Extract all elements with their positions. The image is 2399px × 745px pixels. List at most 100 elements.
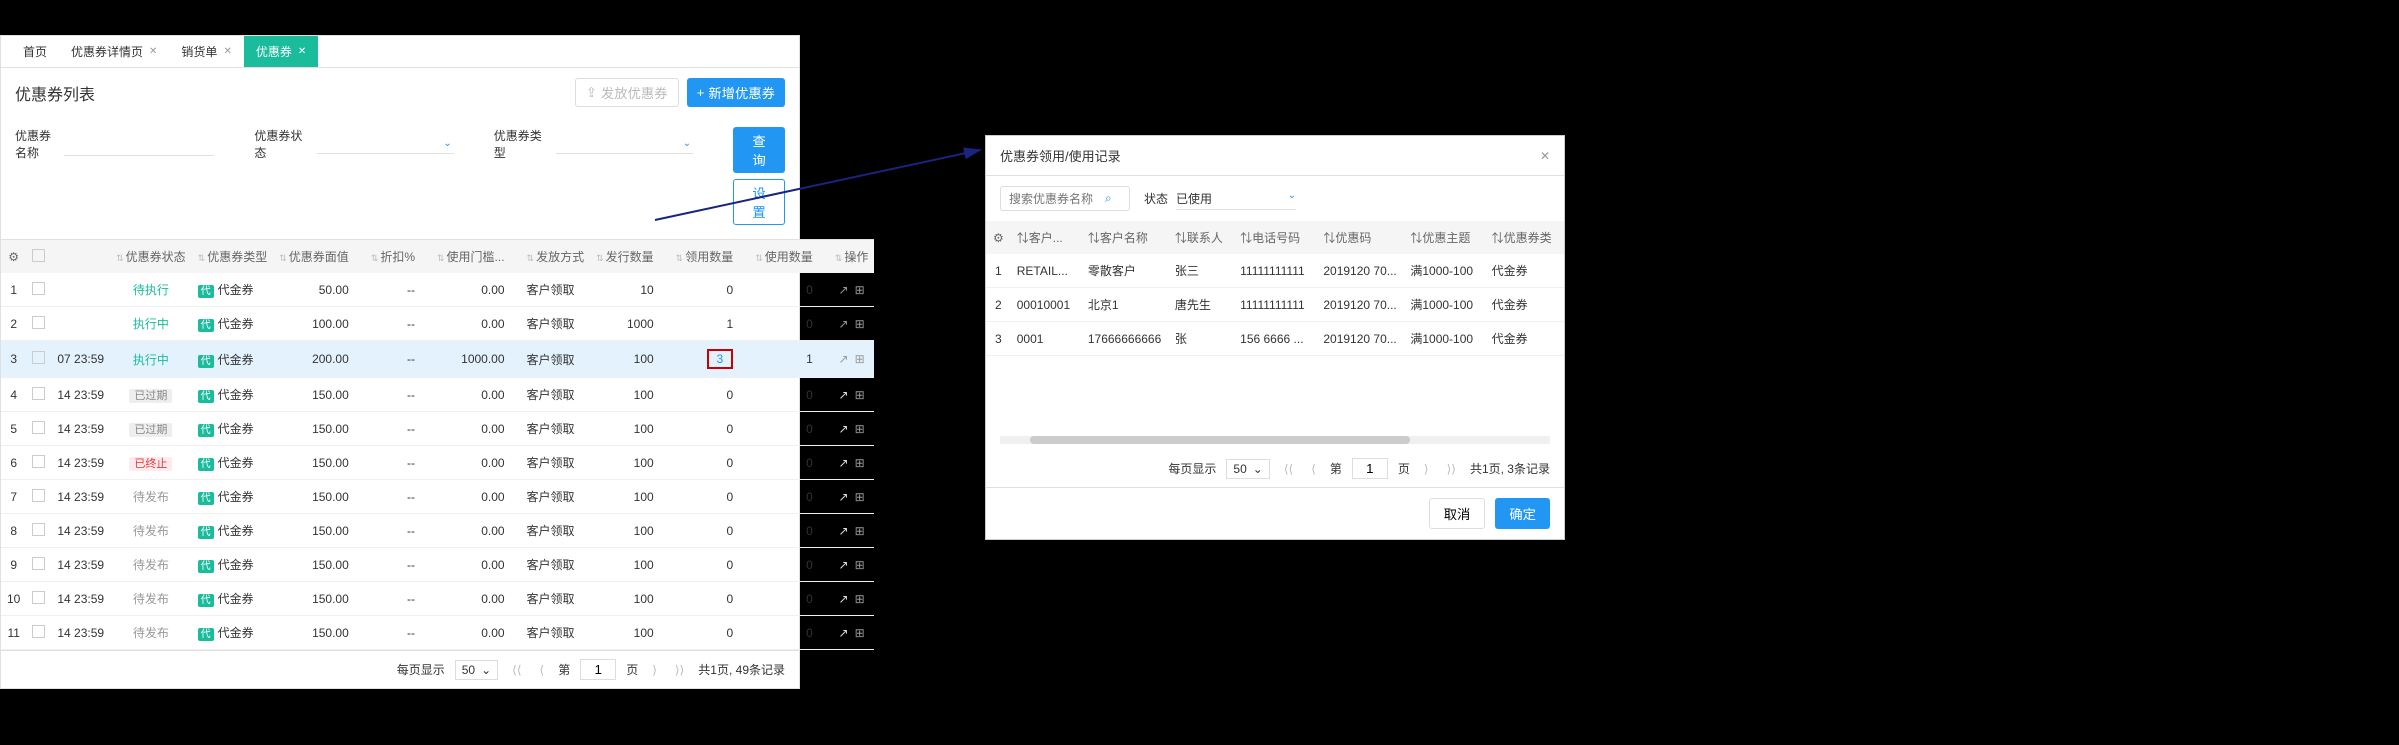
table-row[interactable]: 914 23:59待发布代代金券150.00--0.00客户领取10000↗⊞	[1, 548, 874, 582]
close-icon[interactable]: ✕	[223, 46, 231, 57]
share-icon[interactable]: ↗	[839, 317, 849, 331]
cell-claimed[interactable]: 0	[670, 378, 750, 412]
column-header[interactable]: ⇅优惠码	[1317, 221, 1404, 254]
table-row[interactable]: 1RETAIL...零散客户张三111111111112019120 70...…	[986, 254, 1564, 288]
cancel-button[interactable]: 取消	[1429, 498, 1486, 529]
search-field[interactable]	[1009, 192, 1099, 206]
row-checkbox[interactable]	[32, 523, 45, 536]
horizontal-scrollbar[interactable]	[1000, 436, 1550, 444]
qrcode-icon[interactable]: ⊞	[855, 352, 865, 366]
last-page-icon[interactable]: ⟩⟩	[1443, 462, 1460, 476]
next-page-icon[interactable]: ⟩	[1420, 462, 1433, 476]
cell-claimed[interactable]: 0	[670, 582, 750, 616]
issue-coupon-button[interactable]: ⇪ 发放优惠券	[575, 78, 679, 107]
table-row[interactable]: 514 23:59已过期代代金券150.00--0.00客户领取10000↗⊞	[1, 412, 874, 446]
column-header[interactable]: ⇅优惠券类型	[192, 240, 274, 274]
row-checkbox[interactable]	[32, 316, 45, 329]
gear-icon[interactable]: ⚙	[993, 231, 1004, 245]
table-row[interactable]: 307 23:59执行中代代金券200.00--1000.00客户领取10031…	[1, 341, 874, 378]
table-row[interactable]: 414 23:59已过期代代金券150.00--0.00客户领取10000↗⊞	[1, 378, 874, 412]
table-row[interactable]: 1待执行代代金券50.00--0.00客户领取1000↗⊞	[1, 273, 874, 307]
prev-page-icon[interactable]: ⟨	[1307, 462, 1320, 476]
column-header[interactable]: ⇅客户...	[1011, 221, 1082, 254]
row-checkbox[interactable]	[32, 489, 45, 502]
cell-claimed[interactable]: 0	[670, 616, 750, 650]
search-button[interactable]: 查询	[733, 127, 785, 173]
row-checkbox[interactable]	[32, 282, 45, 295]
last-page-icon[interactable]: ⟩⟩	[671, 663, 688, 677]
modal-per-page-select[interactable]: 50 ⌄	[1226, 459, 1269, 479]
column-header[interactable]: ⇅折扣%	[365, 240, 431, 274]
column-header[interactable]: ⇅联系人	[1169, 221, 1234, 254]
tab-优惠券详情页[interactable]: 优惠券详情页✕	[59, 36, 169, 67]
filter-name-input[interactable]	[64, 132, 214, 156]
scrollbar-thumb[interactable]	[1030, 436, 1410, 444]
table-row[interactable]: 714 23:59待发布代代金券150.00--0.00客户领取10000↗⊞	[1, 480, 874, 514]
modal-page-input[interactable]	[1352, 458, 1388, 479]
qrcode-icon[interactable]: ⊞	[855, 524, 865, 538]
table-row[interactable]: 614 23:59已终止代代金券150.00--0.00客户领取10000↗⊞	[1, 446, 874, 480]
close-icon[interactable]: ✕	[1540, 149, 1550, 163]
first-page-icon[interactable]: ⟨⟨	[508, 663, 525, 677]
row-checkbox[interactable]	[32, 591, 45, 604]
add-coupon-button[interactable]: + 新增优惠券	[687, 78, 785, 107]
gear-icon[interactable]: ⚙	[8, 250, 19, 264]
cell-claimed[interactable]: 0	[670, 412, 750, 446]
cell-claimed[interactable]: 1	[670, 307, 750, 341]
qrcode-icon[interactable]: ⊞	[855, 317, 865, 331]
row-checkbox[interactable]	[32, 421, 45, 434]
table-row[interactable]: 814 23:59待发布代代金券150.00--0.00客户领取10000↗⊞	[1, 514, 874, 548]
modal-search-input[interactable]: ⌕	[1000, 186, 1130, 211]
qrcode-icon[interactable]: ⊞	[855, 388, 865, 402]
tab-首页[interactable]: 首页	[11, 36, 59, 67]
table-row[interactable]: 200010001北京1唐先生111111111112019120 70...满…	[986, 288, 1564, 322]
row-checkbox[interactable]	[32, 351, 45, 364]
column-header[interactable]: ⇅优惠券状态	[110, 240, 192, 274]
column-header[interactable]: ⇅发行数量	[590, 240, 670, 274]
column-header[interactable]: ⇅优惠主题	[1404, 221, 1485, 254]
table-row[interactable]: 2执行中代代金券100.00--0.00客户领取100010↗⊞	[1, 307, 874, 341]
cell-claimed[interactable]: 0	[670, 273, 750, 307]
cell-claimed[interactable]: 0	[670, 514, 750, 548]
first-page-icon[interactable]: ⟨⟨	[1280, 462, 1297, 476]
close-icon[interactable]: ✕	[149, 46, 157, 57]
row-checkbox[interactable]	[32, 455, 45, 468]
row-checkbox[interactable]	[32, 557, 45, 570]
filter-type-select[interactable]: ⌄	[556, 134, 693, 154]
column-header[interactable]: ⇅发放方式	[521, 240, 591, 274]
cell-claimed[interactable]: 0	[670, 480, 750, 514]
qrcode-icon[interactable]: ⊞	[855, 592, 865, 606]
qrcode-icon[interactable]: ⊞	[855, 558, 865, 572]
filter-status-select[interactable]: ⌄	[317, 134, 454, 154]
ok-button[interactable]: 确定	[1495, 498, 1550, 529]
table-row[interactable]: 1114 23:59待发布代代金券150.00--0.00客户领取10000↗⊞	[1, 616, 874, 650]
page-input[interactable]	[580, 659, 616, 680]
column-header[interactable]: ⇅优惠券类	[1486, 221, 1564, 254]
share-icon[interactable]: ↗	[839, 283, 849, 297]
prev-page-icon[interactable]: ⟨	[536, 663, 549, 677]
column-header[interactable]: ⇅使用数量	[749, 240, 829, 274]
per-page-select[interactable]: 50 ⌄	[455, 660, 498, 680]
tab-销货单[interactable]: 销货单✕	[169, 36, 243, 67]
column-header[interactable]: ⇅优惠券面值	[273, 240, 365, 274]
column-header[interactable]: ⇅使用门槛...	[431, 240, 521, 274]
qrcode-icon[interactable]: ⊞	[855, 283, 865, 297]
modal-status-select[interactable]: 已使用 ⌄	[1176, 188, 1296, 210]
qrcode-icon[interactable]: ⊞	[855, 626, 865, 640]
column-header[interactable]: ⇅客户名称	[1082, 221, 1169, 254]
row-checkbox[interactable]	[32, 625, 45, 638]
qrcode-icon[interactable]: ⊞	[855, 456, 865, 470]
close-icon[interactable]: ✕	[298, 46, 306, 57]
column-header[interactable]: ⇅电话号码	[1234, 221, 1317, 254]
column-header[interactable]: ⇅操作	[829, 240, 875, 274]
share-icon[interactable]: ↗	[839, 352, 849, 366]
qrcode-icon[interactable]: ⊞	[855, 490, 865, 504]
table-row[interactable]: 1014 23:59待发布代代金券150.00--0.00客户领取10000↗⊞	[1, 582, 874, 616]
tab-优惠券[interactable]: 优惠券✕	[244, 36, 318, 67]
qrcode-icon[interactable]: ⊞	[855, 422, 865, 436]
cell-claimed[interactable]: 0	[670, 548, 750, 582]
settings-button[interactable]: 设置	[733, 179, 785, 225]
next-page-icon[interactable]: ⟩	[648, 663, 661, 677]
select-all-checkbox[interactable]	[32, 249, 45, 262]
cell-claimed[interactable]: 3	[670, 341, 750, 378]
